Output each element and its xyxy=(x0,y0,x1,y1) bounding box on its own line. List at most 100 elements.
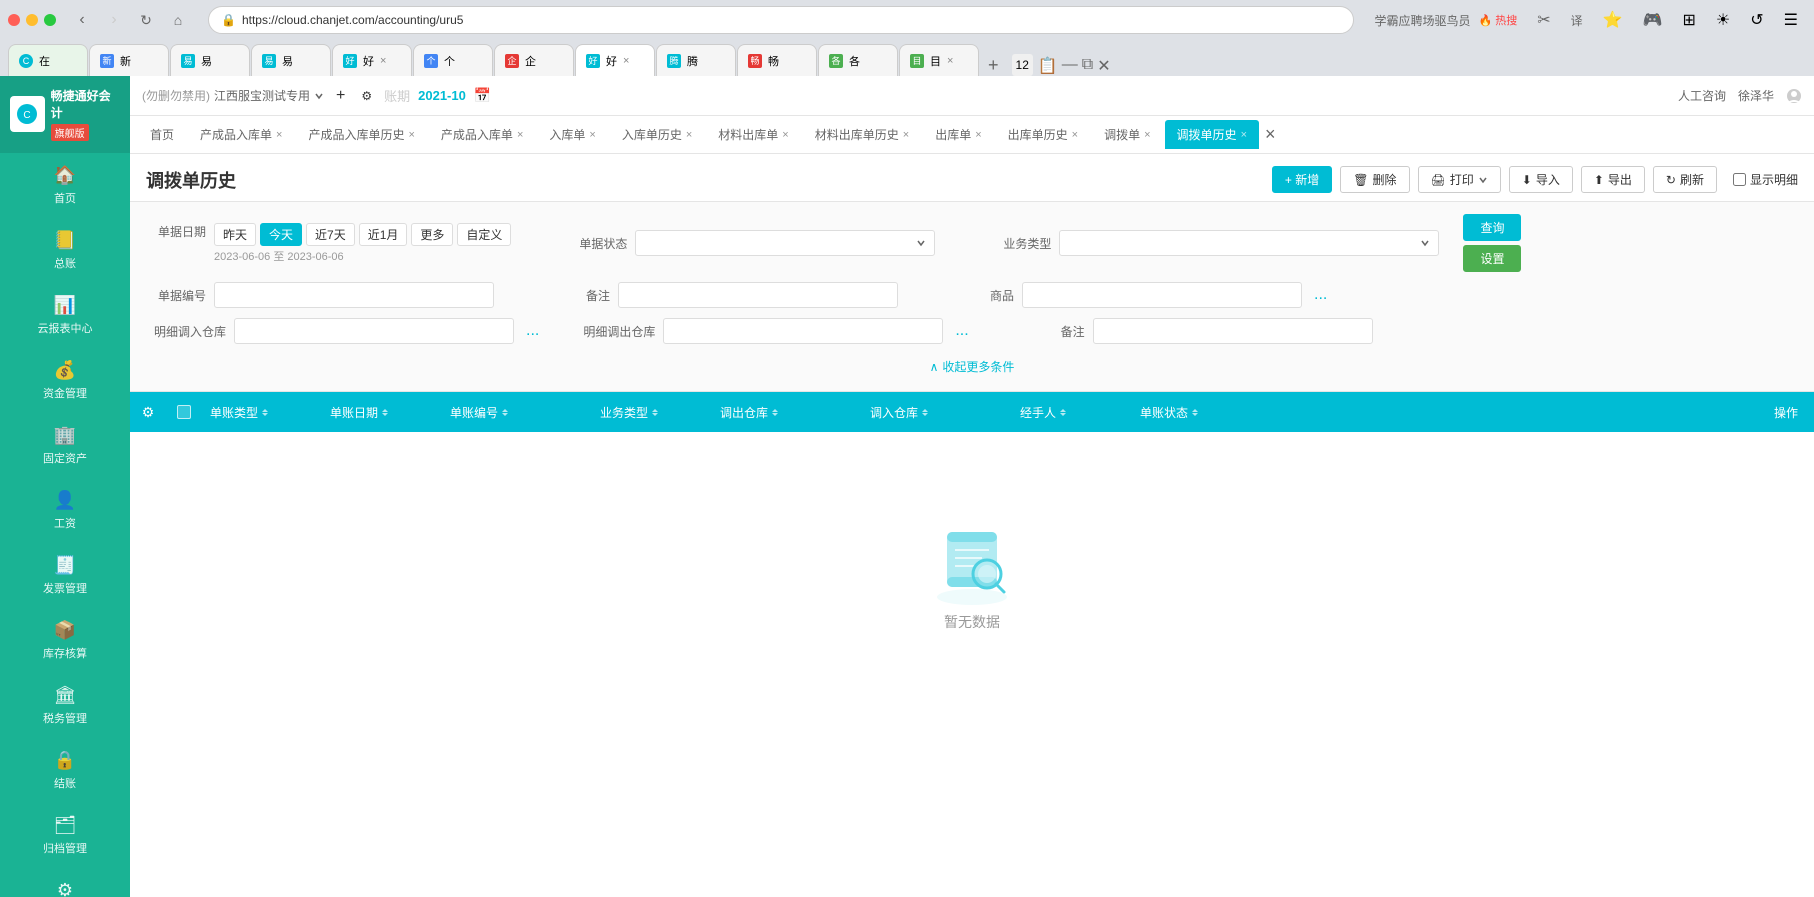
page-tab-pt7[interactable]: 材料出库单 × xyxy=(706,120,800,149)
browser-tab-2[interactable]: 易 易 xyxy=(170,44,250,76)
company-settings-btn[interactable]: ⚙ xyxy=(357,89,376,103)
customer-service-btn[interactable]: 人工咨询 xyxy=(1678,87,1726,104)
in-warehouse-dots-btn[interactable]: ... xyxy=(526,322,539,340)
page-tab-pt4[interactable]: 产成品入库单 × xyxy=(429,120,535,149)
date-btn-1month[interactable]: 近1月 xyxy=(359,223,408,246)
sidebar-item-tax[interactable]: 🏛 税务管理 xyxy=(0,673,130,738)
company-selector[interactable]: (勿删勿禁用) 江西服宝测试专用 xyxy=(142,87,324,104)
collapse-btn[interactable]: ∧ 收起更多条件 xyxy=(930,354,1015,379)
in-warehouse-input[interactable] xyxy=(234,318,514,344)
page-tab-pt3[interactable]: 产成品入库单历史 × xyxy=(296,120,426,149)
tab-count-badge[interactable]: 12 xyxy=(1012,54,1033,76)
th-out[interactable]: 调出仓库 xyxy=(712,404,862,421)
grid-btn[interactable]: ⊞ xyxy=(1675,7,1704,33)
sidebar-item-reports[interactable]: 📊 云报表中心 xyxy=(0,283,130,348)
refresh-page-btn[interactable]: ↻ 刷新 xyxy=(1653,166,1717,193)
sidebar-item-archive[interactable]: 🗂 归档管理 xyxy=(0,803,130,868)
restore-icon[interactable]: ⧉ xyxy=(1082,56,1093,76)
select-all-checkbox[interactable] xyxy=(177,405,191,419)
page-tab-close-pt4[interactable]: × xyxy=(517,129,523,141)
page-tab-home[interactable]: 首页 xyxy=(138,120,186,149)
sidebar-item-assets[interactable]: 🏢 固定资产 xyxy=(0,413,130,478)
refresh-btn[interactable]: ↻ xyxy=(132,6,160,34)
sidebar-item-inventory[interactable]: 📦 库存核算 xyxy=(0,608,130,673)
page-tab-close-pt3[interactable]: × xyxy=(408,129,414,141)
th-settings[interactable]: ⚙ xyxy=(130,404,166,421)
translate-btn[interactable]: 译 xyxy=(1563,9,1591,32)
page-tab-close-pt8[interactable]: × xyxy=(903,129,909,141)
import-btn[interactable]: ⬇ 导入 xyxy=(1509,166,1573,193)
show-all-checkbox[interactable] xyxy=(1733,173,1746,186)
home-btn[interactable]: ⌂ xyxy=(164,6,192,34)
browser-tab-chanjet[interactable]: C 在 xyxy=(8,44,88,76)
note2-input[interactable] xyxy=(1093,318,1373,344)
show-all-btn[interactable]: 显示明细 xyxy=(1733,171,1798,188)
browser-tab-1[interactable]: 新 新 xyxy=(89,44,169,76)
goods-input[interactable] xyxy=(1022,282,1302,308)
print-btn[interactable]: 🖨 打印 xyxy=(1418,166,1501,193)
browser-tab-5[interactable]: 个 个 xyxy=(413,44,493,76)
sidebar-item-closing[interactable]: 🔒 结账 xyxy=(0,738,130,803)
star-btn[interactable]: ⭐ xyxy=(1595,7,1631,33)
th-status[interactable]: 单账状态 xyxy=(1132,404,1252,421)
query-btn[interactable]: 查询 xyxy=(1463,214,1521,241)
out-warehouse-input[interactable] xyxy=(663,318,943,344)
window-maximize-btn[interactable] xyxy=(44,14,56,26)
page-tab-pt12[interactable]: 调拨单历史 × xyxy=(1165,120,1259,149)
browser-tab-9[interactable]: 畅 畅 xyxy=(737,44,817,76)
forward-btn[interactable]: › xyxy=(100,6,128,34)
page-tab-close-pt7[interactable]: × xyxy=(782,129,788,141)
page-tab-pt9[interactable]: 出库单 × xyxy=(923,120,993,149)
doc-num-input[interactable] xyxy=(214,282,494,308)
browser-tab-11[interactable]: 目 目 × xyxy=(899,44,979,76)
browser-tab-3[interactable]: 易 易 xyxy=(251,44,331,76)
new-btn[interactable]: + 新增 xyxy=(1272,166,1332,193)
th-biz[interactable]: 业务类型 xyxy=(592,404,712,421)
biz-type-select[interactable] xyxy=(1059,230,1439,256)
page-tab-pt10[interactable]: 出库单历史 × xyxy=(996,120,1090,149)
tab-list-icon[interactable]: 📋 xyxy=(1038,56,1058,76)
sidebar-item-payroll[interactable]: 👤 工资 xyxy=(0,478,130,543)
date-btn-yesterday[interactable]: 昨天 xyxy=(214,223,256,246)
page-tab-close-pt10[interactable]: × xyxy=(1072,129,1078,141)
address-bar[interactable]: 🔒 https://cloud.chanjet.com/accounting/u… xyxy=(208,6,1354,34)
th-handler[interactable]: 经手人 xyxy=(1012,404,1132,421)
browser-tab-10[interactable]: 各 各 xyxy=(818,44,898,76)
out-warehouse-dots-btn[interactable]: ... xyxy=(955,322,968,340)
delete-btn[interactable]: 🗑 删除 xyxy=(1340,166,1409,193)
page-tab-close-pt11[interactable]: × xyxy=(1144,129,1150,141)
th-num[interactable]: 单账编号 xyxy=(442,404,592,421)
page-tab-close-pt12[interactable]: × xyxy=(1241,129,1247,141)
window-minimize-btn[interactable] xyxy=(26,14,38,26)
sidebar-item-invoice[interactable]: 🧾 发票管理 xyxy=(0,543,130,608)
undo-btn[interactable]: ↺ xyxy=(1742,7,1771,33)
page-tab-pt8[interactable]: 材料出库单历史 × xyxy=(803,120,921,149)
date-btn-today[interactable]: 今天 xyxy=(260,223,302,246)
menu-btn[interactable]: ☰ xyxy=(1776,7,1806,33)
page-tab-pt5[interactable]: 入库单 × xyxy=(537,120,607,149)
note-input[interactable] xyxy=(618,282,898,308)
sidebar-item-settings[interactable]: ⚙ 基础设置 xyxy=(0,868,130,897)
th-date[interactable]: 单账日期 xyxy=(322,404,442,421)
page-tab-pt2[interactable]: 产成品入库单 × xyxy=(188,120,294,149)
date-btn-custom[interactable]: 自定义 xyxy=(457,223,511,246)
browser-tab-7[interactable]: 好 好 × xyxy=(575,44,655,76)
doc-status-select[interactable] xyxy=(635,230,935,256)
window-close-icon[interactable]: ✕ xyxy=(1097,56,1110,76)
browser-tab-4[interactable]: 好 好 × xyxy=(332,44,412,76)
close-all-tabs-btn[interactable]: × xyxy=(1265,124,1276,145)
export-btn[interactable]: ⬆ 导出 xyxy=(1581,166,1645,193)
sidebar-item-home[interactable]: 🏠 首页 xyxy=(0,153,130,218)
page-tab-pt11[interactable]: 调拨单 × xyxy=(1092,120,1162,149)
th-in[interactable]: 调入仓库 xyxy=(862,404,1012,421)
window-close-btn[interactable] xyxy=(8,14,20,26)
tab-close-7[interactable]: × xyxy=(623,55,629,67)
new-tab-btn[interactable]: + xyxy=(980,55,1007,76)
th-type[interactable]: 单账类型 xyxy=(202,404,322,421)
filter-settings-btn[interactable]: 设置 xyxy=(1463,245,1521,272)
game-btn[interactable]: 🎮 xyxy=(1635,7,1671,33)
browser-tab-6[interactable]: 企 企 xyxy=(494,44,574,76)
page-tab-close-pt9[interactable]: × xyxy=(975,129,981,141)
sidebar-item-ledger[interactable]: 📒 总账 xyxy=(0,218,130,283)
back-btn[interactable]: ‹ xyxy=(68,6,96,34)
